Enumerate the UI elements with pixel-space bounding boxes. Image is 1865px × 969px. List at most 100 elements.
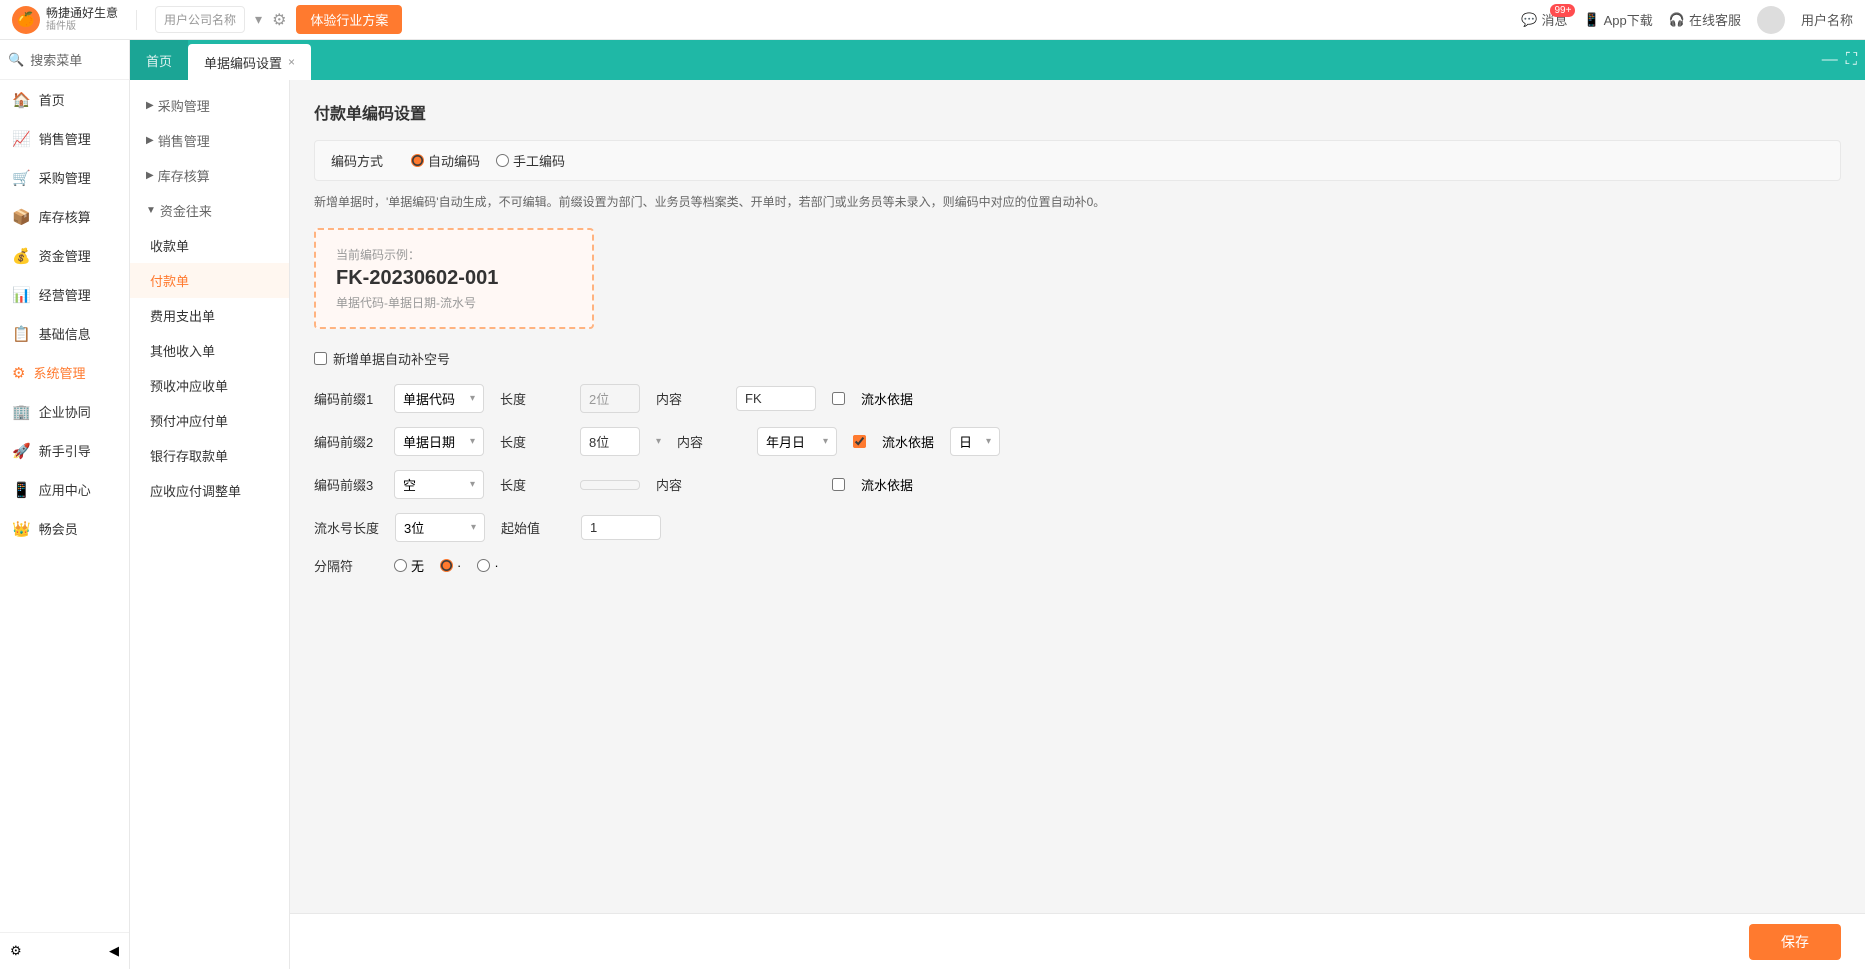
sidebar-item-enterprise[interactable]: 🏢 企业协同 bbox=[0, 392, 129, 431]
prefix2-type-select[interactable]: 单据日期 ▾ bbox=[394, 427, 484, 456]
sub-nav-group-capital[interactable]: ▼ 资金往来 bbox=[130, 193, 289, 228]
prefix3-type-select[interactable]: 空 ▾ bbox=[394, 470, 484, 499]
sidebar-search[interactable]: 🔍 搜索菜单 bbox=[0, 40, 129, 80]
form-row-prefix2: 编码前缀2 单据日期 ▾ 长度 8位 ▾ 内容 年月日 ▾ bbox=[314, 427, 1841, 456]
sub-nav-item-payment[interactable]: 付款单 bbox=[130, 263, 289, 298]
prefix3-length-label: 长度 bbox=[500, 475, 564, 494]
prefix1-serial-checkbox[interactable] bbox=[832, 392, 845, 405]
serial-length-row: 流水号长度 3位 ▾ 起始值 bbox=[314, 513, 1841, 542]
sidebar-settings-icon[interactable]: ⚙ bbox=[10, 943, 22, 959]
expand-arrow-icon: ▼ bbox=[146, 205, 156, 216]
sub-nav-item-bank-deposit[interactable]: 银行存取款单 bbox=[130, 438, 289, 473]
sub-nav: ▶ 采购管理 ▶ 销售管理 ▶ 库存核算 ▼ 资金往来 收款单 bbox=[130, 80, 290, 969]
separator-dot[interactable]: · bbox=[440, 558, 461, 573]
top-bar: 🍊 畅捷通好生意 插件版 用户公司名称 ▾ ⚙ 体验行业方案 💬 消息 99+ … bbox=[0, 0, 1865, 40]
save-button[interactable]: 保存 bbox=[1749, 924, 1841, 960]
sidebar-item-guide[interactable]: 🚀 新手引导 bbox=[0, 431, 129, 470]
sidebar-item-basic[interactable]: 📋 基础信息 bbox=[0, 314, 129, 353]
radio-auto-input[interactable] bbox=[411, 154, 424, 167]
sub-nav-item-other-income[interactable]: 其他收入单 bbox=[130, 333, 289, 368]
bottom-bar: 保存 bbox=[290, 913, 1865, 969]
auto-fill-checkbox[interactable] bbox=[314, 352, 327, 365]
main-layout: 🔍 搜索菜单 🏠 首页 📈 销售管理 🛒 采购管理 📦 库存核算 💰 资金管理 … bbox=[0, 40, 1865, 969]
message-item[interactable]: 💬 消息 99+ bbox=[1521, 10, 1567, 29]
tab-bar: 首页 单据编码设置 × — ⛶ bbox=[130, 40, 1865, 80]
separator-dash-input[interactable] bbox=[477, 559, 490, 572]
experience-button[interactable]: 体验行业方案 bbox=[296, 5, 402, 34]
purchase-icon: 🛒 bbox=[12, 169, 31, 187]
code-preview-box: 当前编码示例： FK-20230602-001 单据代码-单据日期-流水号 bbox=[314, 228, 594, 329]
sub-nav-item-label: 费用支出单 bbox=[150, 306, 215, 325]
start-value-input[interactable] bbox=[581, 515, 661, 540]
sidebar-item-home[interactable]: 🏠 首页 bbox=[0, 80, 129, 119]
maximize-icon[interactable]: ⛶ bbox=[1846, 51, 1857, 69]
enterprise-icon: 🏢 bbox=[12, 403, 31, 421]
prefix2-serial-checkbox[interactable] bbox=[853, 435, 866, 448]
tab-close-icon[interactable]: × bbox=[288, 55, 295, 69]
sidebar-item-label: 销售管理 bbox=[39, 129, 91, 148]
radio-auto-label: 自动编码 bbox=[428, 151, 480, 170]
sub-nav-group-label: 采购管理 bbox=[158, 96, 210, 115]
basic-icon: 📋 bbox=[12, 325, 31, 343]
sub-nav-item-prepay-payable[interactable]: 预付冲应付单 bbox=[130, 403, 289, 438]
logo-icon: 🍊 bbox=[12, 6, 40, 34]
prefix1-content-label: 内容 bbox=[656, 389, 720, 408]
prefix1-type-select[interactable]: 单据代码 ▾ bbox=[394, 384, 484, 413]
prefix2-length-input[interactable]: 8位 bbox=[580, 427, 640, 456]
prefix2-serial-unit-select[interactable]: 日 ▾ bbox=[950, 427, 1000, 456]
dropdown-arrow-icon[interactable]: ▾ bbox=[255, 11, 262, 28]
sub-nav-item-label: 应收应付调整单 bbox=[150, 481, 241, 500]
sidebar-item-member[interactable]: 👑 畅会员 bbox=[0, 509, 129, 548]
prefix2-content-select[interactable]: 年月日 ▾ bbox=[757, 427, 837, 456]
app-download-item[interactable]: 📱 App下载 bbox=[1583, 10, 1652, 29]
sidebar-item-label: 系统管理 bbox=[33, 363, 85, 382]
company-selector[interactable]: 用户公司名称 bbox=[155, 6, 245, 33]
home-icon: 🏠 bbox=[12, 91, 31, 109]
sidebar-item-system[interactable]: ⚙ 系统管理 bbox=[0, 353, 129, 392]
radio-manual[interactable]: 手工编码 bbox=[496, 151, 565, 170]
sub-nav-group-purchase[interactable]: ▶ 采购管理 bbox=[130, 88, 289, 123]
logo-sub: 插件版 bbox=[46, 21, 118, 33]
sub-nav-group-sales[interactable]: ▶ 销售管理 bbox=[130, 123, 289, 158]
sidebar-item-operations[interactable]: 📊 经营管理 bbox=[0, 275, 129, 314]
sub-nav-item-prepay-receivable[interactable]: 预收冲应收单 bbox=[130, 368, 289, 403]
sub-nav-item-receivable-adjust[interactable]: 应收应付调整单 bbox=[130, 473, 289, 508]
separator-dot-input[interactable] bbox=[440, 559, 453, 572]
prefix1-length-input: 2位 bbox=[580, 384, 640, 413]
sub-nav-item-receipt[interactable]: 收款单 bbox=[130, 228, 289, 263]
sidebar-item-finance[interactable]: 💰 资金管理 bbox=[0, 236, 129, 275]
tab-home[interactable]: 首页 bbox=[130, 40, 188, 80]
separator-dash[interactable]: · bbox=[477, 558, 498, 573]
settings-icon[interactable]: ⚙ bbox=[272, 10, 286, 30]
dropdown-arrow-icon: ▾ bbox=[823, 436, 828, 447]
divider bbox=[136, 10, 137, 30]
auto-fill-row: 新增单据自动补空号 bbox=[314, 349, 1841, 368]
radio-manual-input[interactable] bbox=[496, 154, 509, 167]
prefix1-content-input[interactable] bbox=[736, 386, 816, 411]
separator-none[interactable]: 无 bbox=[394, 556, 424, 575]
sub-nav-group-inventory[interactable]: ▶ 库存核算 bbox=[130, 158, 289, 193]
separator-none-input[interactable] bbox=[394, 559, 407, 572]
dropdown-arrow-icon: ▾ bbox=[471, 522, 476, 533]
minimize-icon[interactable]: — bbox=[1822, 51, 1838, 69]
radio-auto[interactable]: 自动编码 bbox=[411, 151, 480, 170]
sidebar-item-sales[interactable]: 📈 销售管理 bbox=[0, 119, 129, 158]
prefix2-serial-unit-value: 日 bbox=[959, 432, 972, 451]
radio-group-encode: 自动编码 手工编码 bbox=[411, 151, 565, 170]
avatar[interactable] bbox=[1757, 6, 1785, 34]
app-download-label: App下载 bbox=[1604, 10, 1653, 29]
service-item[interactable]: 🎧 在线客服 bbox=[1669, 10, 1741, 29]
sidebar-item-inventory[interactable]: 📦 库存核算 bbox=[0, 197, 129, 236]
prefix3-serial-checkbox[interactable] bbox=[832, 478, 845, 491]
tab-serial-settings[interactable]: 单据编码设置 × bbox=[188, 44, 311, 80]
sidebar-collapse-icon[interactable]: ◀ bbox=[109, 943, 119, 959]
serial-length-select[interactable]: 3位 ▾ bbox=[395, 513, 485, 542]
sidebar-item-apps[interactable]: 📱 应用中心 bbox=[0, 470, 129, 509]
user-name: 用户名称 bbox=[1801, 10, 1853, 29]
prefix3-label: 编码前缀3 bbox=[314, 475, 378, 494]
sidebar-item-label: 基础信息 bbox=[39, 324, 91, 343]
sidebar-item-purchase[interactable]: 🛒 采购管理 bbox=[0, 158, 129, 197]
sub-nav-item-expense[interactable]: 费用支出单 bbox=[130, 298, 289, 333]
auto-fill-label: 新增单据自动补空号 bbox=[333, 349, 450, 368]
form-section: 付款单编码设置 编码方式 自动编码 手工编码 bbox=[290, 80, 1865, 969]
